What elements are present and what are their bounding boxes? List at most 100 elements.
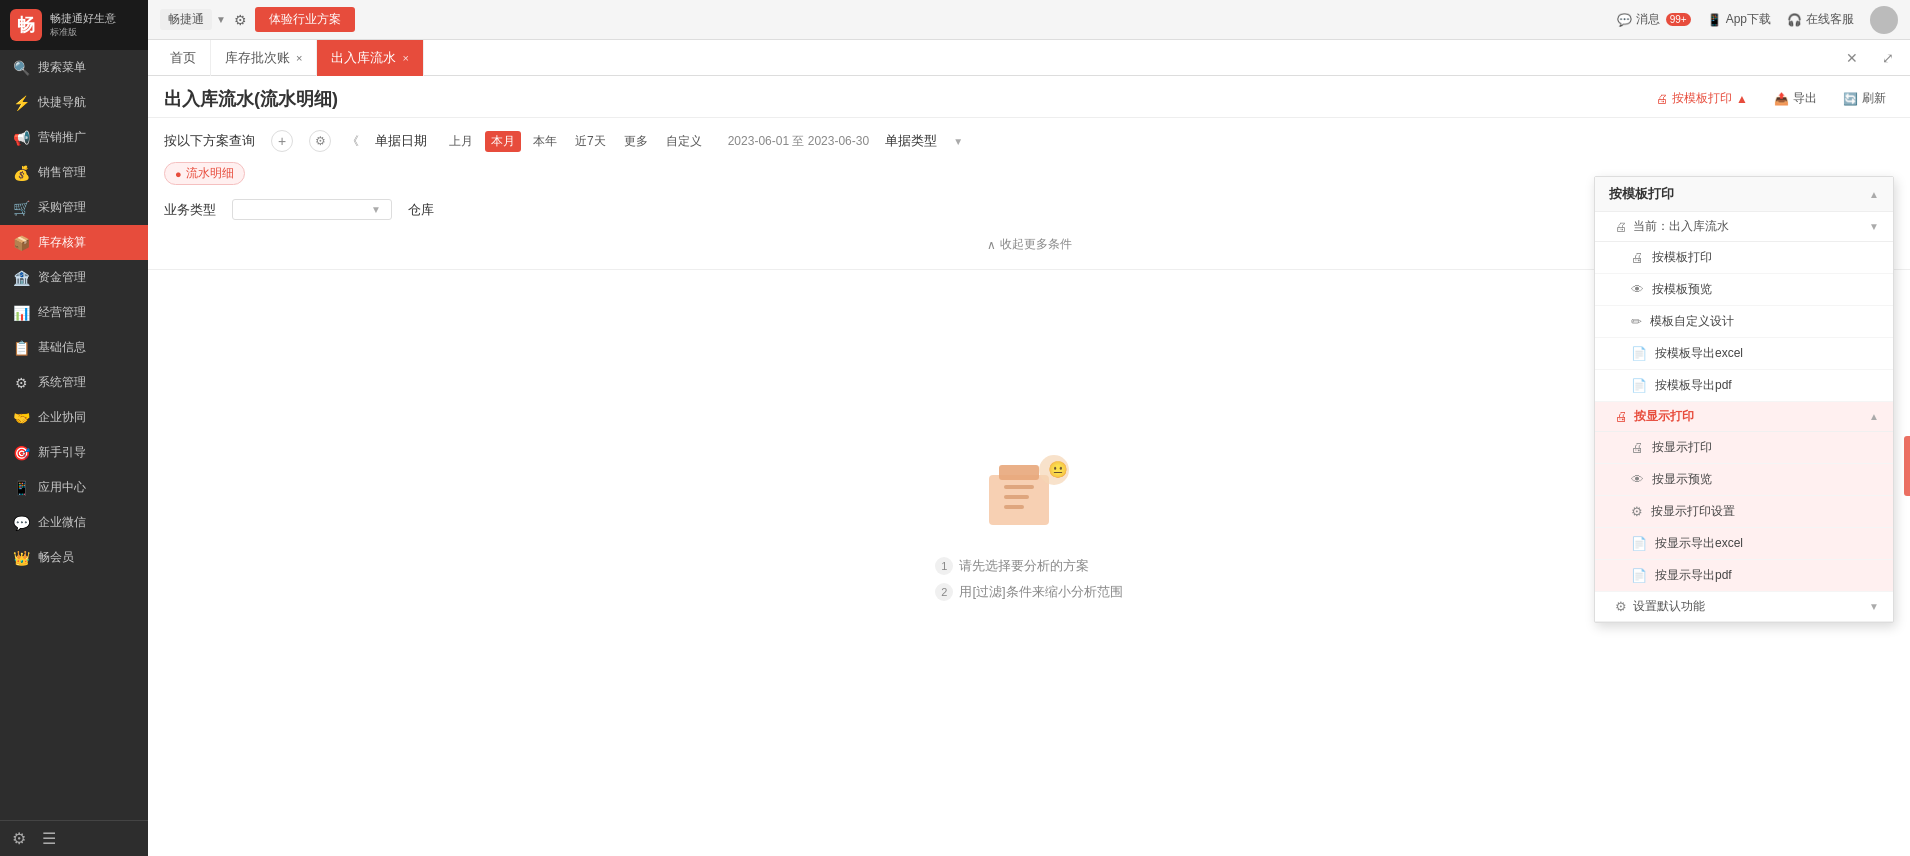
sidebar-item-guide[interactable]: 🎯 新手引导 — [0, 435, 148, 470]
single-type-dropdown-arrow[interactable]: ▼ — [953, 136, 963, 147]
filter-collapse-btn[interactable]: 《 — [347, 133, 359, 150]
sidebar-item-app-center[interactable]: 📱 应用中心 — [0, 470, 148, 505]
topbar-right: 💬 消息 99+ 📱 App下载 🎧 在线客服 — [1617, 6, 1898, 34]
sidebar-logo: 畅 畅捷通好生意 标准版 — [0, 0, 148, 50]
tab-inventory-flow-label: 出入库流水 — [331, 49, 396, 67]
current-indicator-row: 🖨 当前：出入库流水 ▼ — [1595, 212, 1893, 242]
print-item-template-preview[interactable]: 👁 按模板预览 — [1595, 274, 1893, 306]
message-label: 消息 — [1636, 11, 1660, 28]
template-print-item-icon: 🖨 — [1631, 250, 1644, 265]
sidebar-item-label: 营销推广 — [38, 129, 86, 146]
sidebar-item-label: 库存核算 — [38, 234, 86, 251]
warehouse-area: ··· — [450, 202, 1756, 218]
user-avatar[interactable] — [1870, 6, 1898, 34]
filter-add-btn[interactable]: + — [271, 130, 293, 152]
sidebar-item-inventory[interactable]: 📦 库存核算 — [0, 225, 148, 260]
default-section-header[interactable]: ⚙ 设置默认功能 ▼ — [1595, 592, 1893, 622]
tip-num-2: 2 — [935, 583, 953, 601]
tab-inventory-batch-close[interactable]: × — [296, 52, 302, 64]
message-btn[interactable]: 💬 消息 99+ — [1617, 11, 1691, 28]
topbar-gear-icon[interactable]: ⚙ — [234, 12, 247, 28]
sidebar-item-sales[interactable]: 💰 销售管理 — [0, 155, 148, 190]
window-close-btn[interactable]: ✕ — [1838, 44, 1866, 72]
sidebar-item-marketing[interactable]: 📢 营销推广 — [0, 120, 148, 155]
message-badge: 99+ — [1666, 13, 1691, 26]
date-opt-custom[interactable]: 自定义 — [660, 131, 708, 152]
date-opt-this-year[interactable]: 本年 — [527, 131, 563, 152]
sidebar-menu-icon[interactable]: ☰ — [42, 829, 56, 848]
operation-icon: 📊 — [12, 305, 30, 321]
business-type-label: 业务类型 — [164, 201, 216, 219]
print-item-display-preview[interactable]: 👁 按显示预览 — [1595, 464, 1893, 496]
current-label: 当前：出入库流水 — [1633, 218, 1729, 235]
tab-home[interactable]: 首页 — [156, 40, 211, 76]
sidebar-settings-icon[interactable]: ⚙ — [12, 829, 26, 848]
tab-inventory-batch[interactable]: 库存批次账 × — [211, 40, 317, 76]
sidebar-item-basic[interactable]: 📋 基础信息 — [0, 330, 148, 365]
tab-inventory-flow[interactable]: 出入库流水 × — [317, 40, 423, 76]
export-btn[interactable]: 📤 导出 — [1766, 86, 1825, 111]
topbar: 畅捷通 ▼ ⚙ 体验行业方案 💬 消息 99+ 📱 App下载 🎧 在线客服 — [148, 0, 1910, 40]
sidebar-item-system[interactable]: ⚙ 系统管理 — [0, 365, 148, 400]
template-preview-icon: 👁 — [1631, 282, 1644, 297]
sidebar-item-search[interactable]: 🔍 搜索菜单 — [0, 50, 148, 85]
sidebar-item-quick-nav[interactable]: ⚡ 快捷导航 — [0, 85, 148, 120]
window-expand-btn[interactable]: ⤢ — [1874, 44, 1902, 72]
sidebar-item-cooperation[interactable]: 🤝 企业协同 — [0, 400, 148, 435]
search-icon: 🔍 — [12, 60, 30, 76]
sidebar-bottom: ⚙ ☰ — [0, 820, 148, 856]
export-icon: 📤 — [1774, 92, 1789, 106]
print-item-template-print[interactable]: 🖨 按模板打印 — [1595, 242, 1893, 274]
template-preview-label: 按模板预览 — [1652, 281, 1712, 298]
print-dropdown-header: 按模板打印 ▲ — [1595, 177, 1893, 212]
sidebar-item-finance[interactable]: 🏦 资金管理 — [0, 260, 148, 295]
print-dropdown-close-arrow[interactable]: ▲ — [1869, 189, 1879, 200]
date-opt-this-month[interactable]: 本月 — [485, 131, 521, 152]
print-item-display-settings[interactable]: ⚙ 按显示打印设置 — [1595, 496, 1893, 528]
print-item-template-custom[interactable]: ✏ 模板自定义设计 — [1595, 306, 1893, 338]
sidebar-item-vip[interactable]: 👑 畅会员 — [0, 540, 148, 575]
date-options: 上月 本月 本年 近7天 更多 自定义 — [443, 131, 708, 152]
sidebar-item-purchase[interactable]: 🛒 采购管理 — [0, 190, 148, 225]
user-dropdown-arrow[interactable]: ▼ — [216, 14, 226, 25]
display-section-arrow: ▲ — [1869, 411, 1879, 422]
template-print-btn[interactable]: 🖨 按模板打印 ▲ — [1648, 86, 1756, 111]
date-opt-more[interactable]: 更多 — [618, 131, 654, 152]
sidebar-item-operation[interactable]: 📊 经营管理 — [0, 295, 148, 330]
flow-tag[interactable]: ● 流水明细 — [164, 162, 245, 185]
tab-inventory-flow-close[interactable]: × — [402, 52, 408, 64]
app-download-label: App下载 — [1726, 11, 1771, 28]
headphone-icon: 🎧 — [1787, 13, 1802, 27]
tip-text-2: 用[过滤]条件来缩小分析范围 — [959, 583, 1122, 601]
print-dropdown: 按模板打印 ▲ 🖨 当前：出入库流水 ▼ 🖨 按模板打印 👁 按模板预览 ✏ 模… — [1594, 176, 1894, 623]
current-arrow[interactable]: ▼ — [1869, 221, 1879, 232]
empty-illustration: 😐 — [969, 445, 1089, 545]
sidebar-item-wechat[interactable]: 💬 企业微信 — [0, 505, 148, 540]
page-title: 出入库流水(流水明细) — [164, 87, 338, 111]
date-opt-last7[interactable]: 近7天 — [569, 131, 612, 152]
trial-btn[interactable]: 体验行业方案 — [255, 7, 355, 32]
template-pdf-icon: 📄 — [1631, 378, 1647, 393]
print-item-display-pdf[interactable]: 📄 按显示导出pdf — [1595, 560, 1893, 592]
sidebar-item-label: 应用中心 — [38, 479, 86, 496]
app-download-btn[interactable]: 📱 App下载 — [1707, 11, 1771, 28]
print-item-display-print[interactable]: 🖨 按显示打印 — [1595, 432, 1893, 464]
basic-icon: 📋 — [12, 340, 30, 356]
display-section-header[interactable]: 🖨 按显示打印 ▲ — [1595, 402, 1893, 432]
date-label: 单据日期 — [375, 132, 427, 150]
date-opt-last-month[interactable]: 上月 — [443, 131, 479, 152]
print-item-template-pdf[interactable]: 📄 按模板导出pdf — [1595, 370, 1893, 402]
print-item-display-excel[interactable]: 📄 按显示导出excel — [1595, 528, 1893, 560]
current-icon: 🖨 — [1615, 220, 1627, 234]
topbar-user: 畅捷通 ▼ — [160, 9, 226, 30]
filter-row-1: 按以下方案查询 + ⚙ 《 单据日期 上月 本月 本年 近7天 更多 自定义 2… — [164, 130, 1894, 152]
filter-settings-btn[interactable]: ⚙ — [309, 130, 331, 152]
print-item-template-excel[interactable]: 📄 按模板导出excel — [1595, 338, 1893, 370]
tab-home-label: 首页 — [170, 49, 196, 67]
template-pdf-label: 按模板导出pdf — [1655, 377, 1732, 394]
online-service-btn[interactable]: 🎧 在线客服 — [1787, 11, 1854, 28]
sidebar-item-label: 资金管理 — [38, 269, 86, 286]
svg-rect-3 — [1004, 495, 1029, 499]
business-type-select[interactable]: ▼ — [232, 199, 392, 220]
refresh-btn[interactable]: 🔄 刷新 — [1835, 86, 1894, 111]
